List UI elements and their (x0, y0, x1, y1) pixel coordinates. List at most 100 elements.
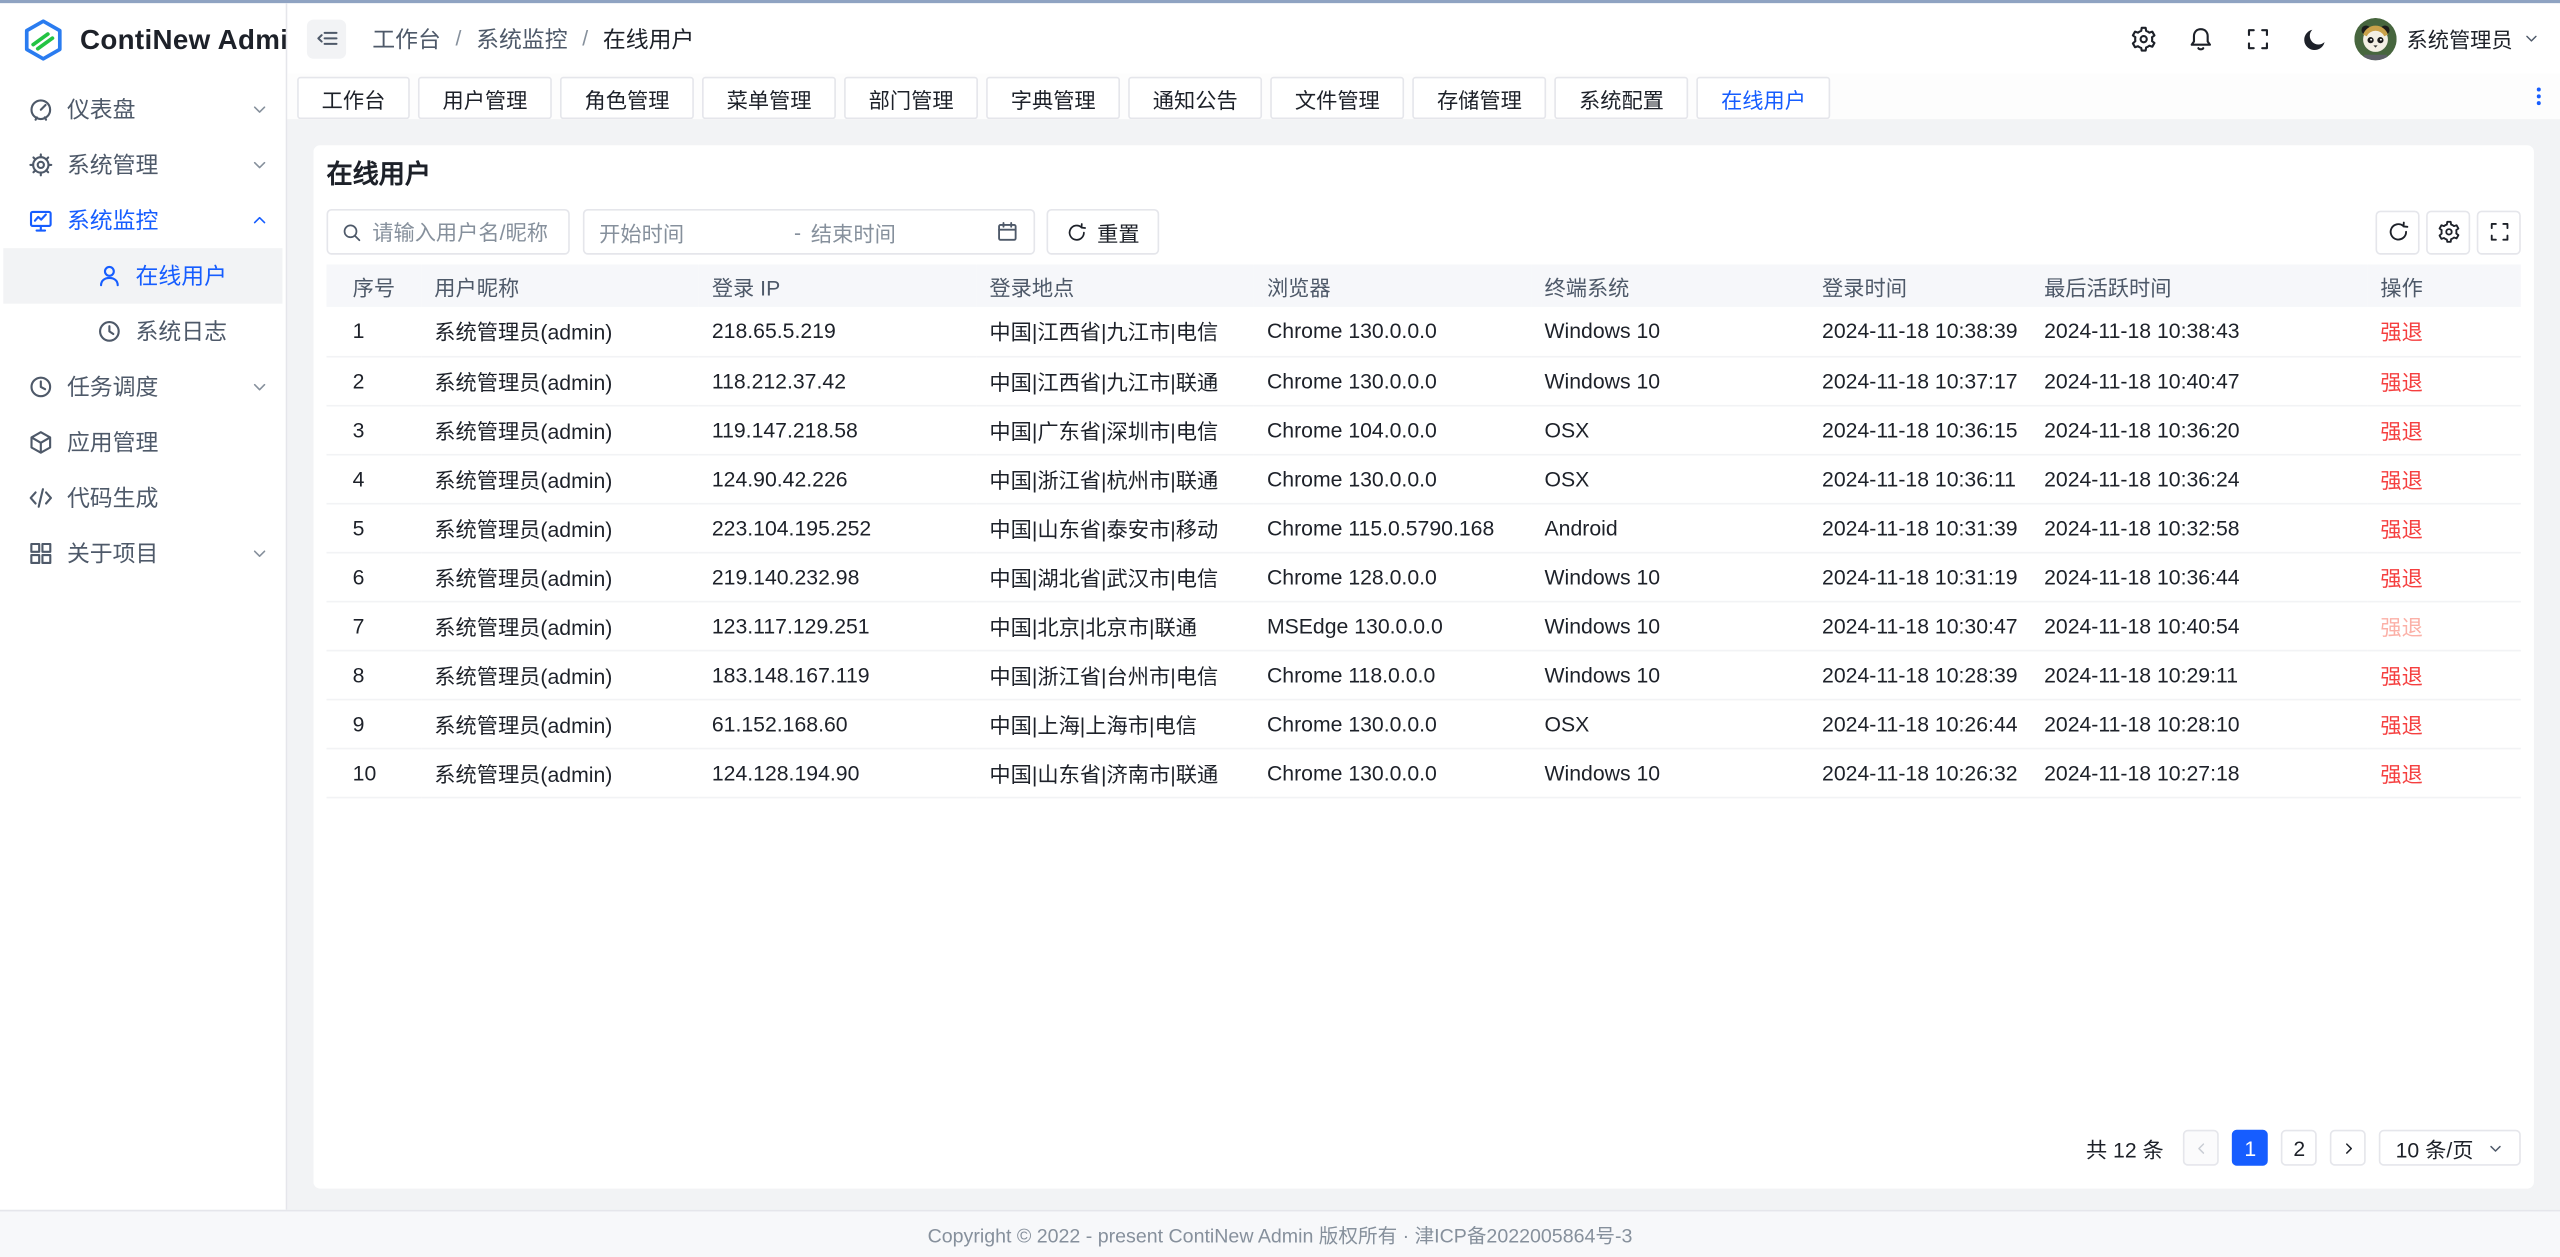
force-logout-link[interactable]: 强退 (2380, 419, 2422, 443)
force-logout-link[interactable]: 强退 (2380, 566, 2422, 590)
sidebar-item[interactable]: 系统管理 (0, 137, 286, 193)
cell-action: 强退 (2367, 454, 2520, 503)
table-body: 1系统管理员(admin)218.65.5.219中国|江西省|九江市|电信Ch… (327, 307, 2521, 797)
settings-button[interactable] (2426, 210, 2470, 254)
cell-browser: Chrome 128.0.0.0 (1254, 552, 1532, 601)
cell-last_active: 2024-11-18 10:36:44 (2031, 552, 2367, 601)
pagination-prev-button[interactable] (2183, 1130, 2219, 1166)
more-vertical-icon[interactable] (2524, 82, 2553, 111)
app-root: ContiNew Admin 仪表盘系统管理系统监控在线用户系统日志任务调度应用… (0, 0, 2560, 1257)
pagination-page-button[interactable]: 2 (2281, 1130, 2317, 1166)
force-logout-link[interactable]: 强退 (2380, 370, 2422, 394)
cell-nickname: 系统管理员(admin) (421, 650, 699, 699)
dark-mode-icon[interactable] (2300, 24, 2329, 53)
force-logout-link[interactable]: 强退 (2380, 713, 2422, 737)
tab-item[interactable]: 菜单管理 (702, 77, 836, 119)
date-start-field[interactable]: 开始时间 (599, 216, 784, 247)
sidebar-item[interactable]: 任务调度 (0, 359, 286, 415)
cell-location: 中国|北京|北京市|联通 (976, 601, 1254, 650)
sidebar-item[interactable]: 代码生成 (0, 470, 286, 526)
force-logout-link: 强退 (2380, 615, 2422, 639)
cell-no: 9 (327, 699, 422, 748)
breadcrumb-item[interactable]: 在线用户 (603, 22, 694, 55)
tab-item[interactable]: 工作台 (297, 77, 410, 119)
online-users-card: 在线用户 开始时间 - 结束时间 (313, 145, 2533, 1188)
history-icon (95, 318, 123, 346)
tab-item[interactable]: 字典管理 (986, 77, 1120, 119)
force-logout-link[interactable]: 强退 (2380, 468, 2422, 492)
search-icon (341, 221, 362, 242)
breadcrumb-item[interactable]: 工作台 (372, 22, 441, 55)
tab-bar: 工作台用户管理角色管理菜单管理部门管理 字典管理 通知公告文件管理存储管理系统配置在… (287, 73, 2560, 119)
breadcrumb-item[interactable]: 系统监控 (476, 22, 567, 55)
tab-label: 字典管理 (1011, 82, 1096, 113)
tab-item[interactable]: 在线用户 (1697, 77, 1831, 119)
tab-item[interactable]: 通知公告 (1128, 77, 1262, 119)
force-logout-link[interactable]: 强退 (2380, 664, 2422, 688)
sidebar-item-label: 系统监控 (67, 204, 250, 237)
footer: Copyright © 2022 - present ContiNew Admi… (0, 1210, 2560, 1257)
tab-item[interactable]: 用户管理 (418, 77, 552, 119)
header-icon-group (2129, 24, 2330, 53)
cell-login_time: 2024-11-18 10:36:11 (1809, 454, 2031, 503)
fullscreen-icon[interactable] (2243, 24, 2272, 53)
cell-login_time: 2024-11-18 10:37:17 (1809, 356, 2031, 405)
sidebar-item[interactable]: 在线用户 (3, 248, 282, 304)
fullscreen-button[interactable] (2477, 210, 2521, 254)
cell-ip: 119.147.218.58 (699, 405, 977, 454)
force-logout-link[interactable]: 强退 (2380, 762, 2422, 786)
force-logout-link[interactable]: 强退 (2380, 517, 2422, 541)
pagination-next-button[interactable] (2330, 1130, 2366, 1166)
cell-nickname: 系统管理员(admin) (421, 552, 699, 601)
date-range-picker[interactable]: 开始时间 - 结束时间 (583, 209, 1035, 255)
column-header: 操作 (2367, 264, 2520, 306)
sidebar-item[interactable]: 应用管理 (0, 415, 286, 471)
tab-item[interactable]: 角色管理 (560, 77, 694, 119)
tab-item[interactable]: 系统配置 (1555, 77, 1689, 119)
pagination-pages: 12 (2232, 1130, 2317, 1166)
force-logout-link[interactable]: 强退 (2380, 320, 2422, 344)
cell-last_active: 2024-11-18 10:38:43 (2031, 307, 2367, 356)
cell-no: 10 (327, 748, 422, 797)
cell-location: 中国|江西省|九江市|电信 (976, 307, 1254, 356)
cell-last_active: 2024-11-18 10:40:54 (2031, 601, 2367, 650)
column-header: 浏览器 (1254, 264, 1532, 306)
tab-item[interactable]: 部门管理 (844, 77, 978, 119)
cell-last_active: 2024-11-18 10:36:24 (2031, 454, 2367, 503)
cell-browser: Chrome 130.0.0.0 (1254, 454, 1532, 503)
sidebar-menu: 仪表盘系统管理系统监控在线用户系统日志任务调度应用管理代码生成关于项目 (0, 77, 286, 581)
cell-login_time: 2024-11-18 10:26:44 (1809, 699, 2031, 748)
menu-fold-icon[interactable] (307, 19, 346, 58)
cell-no: 8 (327, 650, 422, 699)
settings-icon[interactable] (2129, 24, 2158, 53)
avatar (2354, 17, 2396, 59)
page-size-select[interactable]: 10 条/页 (2379, 1130, 2521, 1166)
tab-item[interactable]: 文件管理 (1270, 77, 1404, 119)
sidebar-item[interactable]: 关于项目 (0, 526, 286, 582)
date-end-field[interactable]: 结束时间 (811, 216, 996, 247)
sidebar-item[interactable]: 仪表盘 (0, 82, 286, 138)
sidebar-item[interactable]: 系统日志 (0, 304, 286, 360)
sidebar-item-label: 应用管理 (67, 426, 269, 459)
logo[interactable]: ContiNew Admin (0, 3, 286, 76)
cell-location: 中国|浙江省|台州市|电信 (976, 650, 1254, 699)
tab-item[interactable]: 存储管理 (1412, 77, 1546, 119)
search-input[interactable] (372, 220, 555, 244)
pagination: 共 12 条 12 10 条/页 (327, 1130, 2521, 1176)
refresh-button[interactable] (2376, 210, 2420, 254)
cell-ip: 183.148.167.119 (699, 650, 977, 699)
bell-icon[interactable] (2186, 24, 2215, 53)
pagination-page-button[interactable]: 1 (2232, 1130, 2268, 1166)
cell-location: 中国|广东省|深圳市|电信 (976, 405, 1254, 454)
table-row: 10系统管理员(admin)124.128.194.90中国|山东省|济南市|联… (327, 748, 2521, 797)
refresh-icon (1066, 221, 1087, 242)
sidebar-item[interactable]: 系统监控 (0, 193, 286, 249)
sidebar: ContiNew Admin 仪表盘系统管理系统监控在线用户系统日志任务调度应用… (0, 3, 287, 1210)
user-menu[interactable]: 系统管理员 (2358, 17, 2541, 59)
reset-button[interactable]: 重置 (1047, 209, 1160, 255)
cell-os: Android (1531, 503, 1809, 552)
cell-login_time: 2024-11-18 10:28:39 (1809, 650, 2031, 699)
column-header: 登录地点 (976, 264, 1254, 306)
top-bar: 工作台/系统监控/在线用户 系统管理员 (287, 3, 2560, 73)
cell-os: OSX (1531, 699, 1809, 748)
